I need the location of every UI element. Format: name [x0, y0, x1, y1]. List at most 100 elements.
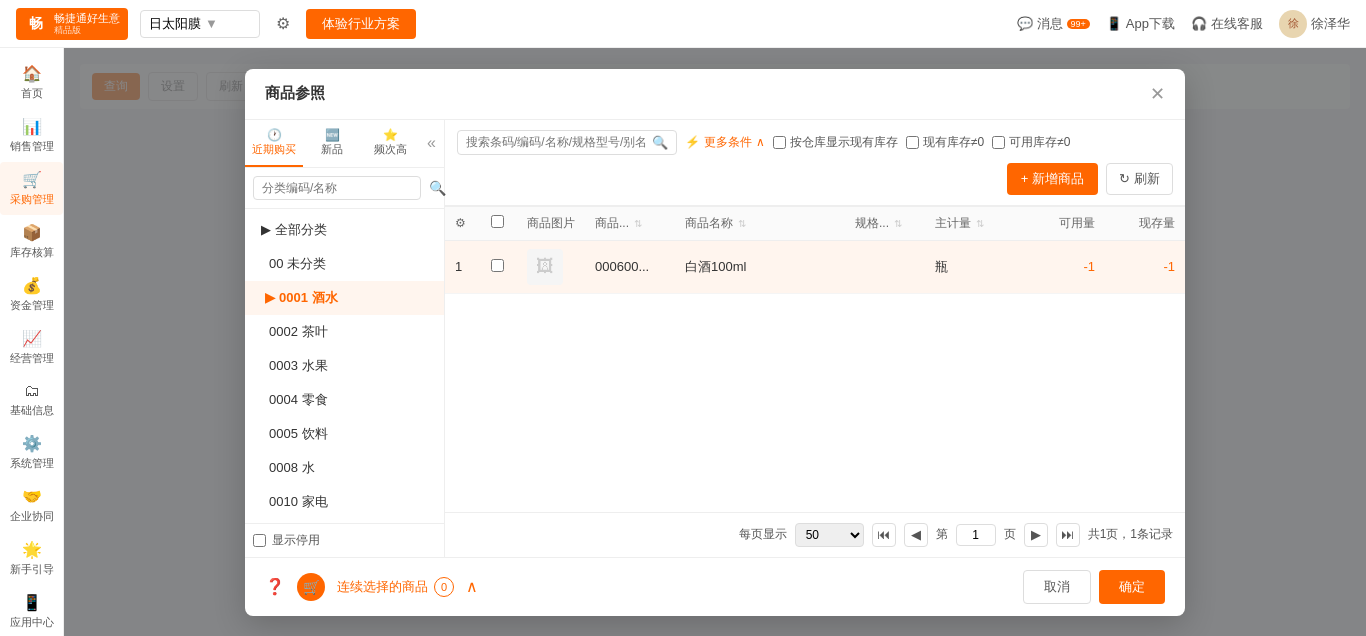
cat-beverage[interactable]: 0005 饮料	[245, 417, 444, 451]
filter-arrow-icon: ∧	[756, 135, 765, 149]
tab-recent-purchase[interactable]: 🕐 近期购买	[245, 120, 303, 167]
col-header-settings[interactable]: ⚙	[445, 206, 481, 240]
sidebar-item-guide[interactable]: 🌟 新手引导	[0, 532, 63, 585]
sidebar-item-basic-info[interactable]: 🗂 基础信息	[0, 374, 63, 426]
sidebar-item-collaboration[interactable]: 🤝 企业协同	[0, 479, 63, 532]
help-icon[interactable]: ❓	[265, 577, 285, 596]
cat-all[interactable]: ▶ 全部分类	[245, 213, 444, 247]
row-unit: 瓶	[925, 240, 1005, 293]
message-btn[interactable]: 💬 消息 99+	[1017, 15, 1090, 33]
row-name: 白酒100ml	[675, 240, 845, 293]
sidebar-item-purchase[interactable]: 🛒 采购管理	[0, 162, 63, 215]
sort-icon: ⇅	[634, 218, 642, 229]
collapse-panel-btn[interactable]: «	[419, 120, 444, 167]
avatar: 徐	[1279, 10, 1307, 38]
modal-header: 商品参照 ✕	[245, 69, 1185, 120]
modal-overlay: 商品参照 ✕ 🕐 近期购买 🆕	[64, 48, 1366, 636]
filter-current-stock[interactable]: 现有库存≠0	[906, 134, 984, 151]
col-header-code[interactable]: 商品... ⇅	[585, 206, 675, 240]
arrow-icon: ▶	[261, 222, 271, 237]
cat-appliance[interactable]: 0010 家电	[245, 485, 444, 519]
sort-icon: ⇅	[976, 218, 984, 229]
cat-liquor[interactable]: ▶ 0001 酒水	[245, 281, 444, 315]
sidebar-item-sales[interactable]: 📊 销售管理	[0, 109, 63, 162]
per-page-label: 每页显示	[739, 526, 787, 543]
sidebar-item-finance[interactable]: 💰 资金管理	[0, 268, 63, 321]
select-all-checkbox[interactable]	[491, 215, 504, 228]
add-product-btn[interactable]: + 新增商品	[1007, 163, 1098, 195]
continuous-select: 连续选择的商品 0	[337, 577, 454, 597]
show-disabled-label[interactable]: 显示停用	[272, 532, 320, 549]
refresh-btn[interactable]: ↻ 刷新	[1106, 163, 1173, 195]
row-checkbox-cell[interactable]	[481, 240, 517, 293]
cat-snack[interactable]: 0004 零食	[245, 383, 444, 417]
col-header-spec[interactable]: 规格... ⇅	[845, 206, 925, 240]
product-image: 🖼	[527, 249, 563, 285]
cancel-btn[interactable]: 取消	[1023, 570, 1091, 604]
cart-icon[interactable]: 🛒	[297, 573, 325, 601]
col-header-unit[interactable]: 主计量 ⇅	[925, 206, 1005, 240]
filter-icon: ⚡	[685, 135, 700, 149]
sidebar-item-apps[interactable]: 📱 应用中心	[0, 585, 63, 636]
last-page-btn[interactable]: ⏭	[1056, 523, 1080, 547]
filter-warehouse-stock[interactable]: 按仓库显示现有库存	[773, 134, 898, 151]
message-icon: 💬	[1017, 16, 1033, 31]
product-reference-modal: 商品参照 ✕ 🕐 近期购买 🆕	[245, 69, 1185, 616]
search-icon[interactable]: 🔍	[652, 135, 668, 150]
sales-icon: 📊	[22, 117, 42, 136]
tab-new-product[interactable]: 🆕 新品	[303, 120, 361, 167]
warehouse-stock-checkbox[interactable]	[773, 136, 786, 149]
sidebar-item-operations[interactable]: 📈 经营管理	[0, 321, 63, 374]
category-footer: 显示停用	[245, 523, 444, 557]
collapse-icon[interactable]: ∧	[466, 577, 478, 596]
brand-dropdown[interactable]: 日太阳膜 ▼	[140, 10, 260, 38]
settings-icon[interactable]: ⚙	[272, 10, 294, 37]
cat-fruit[interactable]: 0003 水果	[245, 349, 444, 383]
operations-icon: 📈	[22, 329, 42, 348]
cat-uncategorized[interactable]: 00 未分类	[245, 247, 444, 281]
sidebar-item-home[interactable]: 🏠 首页	[0, 56, 63, 109]
close-icon[interactable]: ✕	[1150, 83, 1165, 105]
current-stock-checkbox[interactable]	[906, 136, 919, 149]
more-filter-btn[interactable]: ⚡ 更多条件 ∧	[685, 134, 765, 151]
user-menu[interactable]: 徐 徐泽华	[1279, 10, 1350, 38]
col-header-check[interactable]	[481, 206, 517, 240]
product-search-input[interactable]	[466, 135, 648, 149]
message-badge: 99+	[1067, 19, 1090, 29]
cat-water[interactable]: 0008 水	[245, 451, 444, 485]
app-download-btn[interactable]: 📱 App下载	[1106, 15, 1175, 33]
star-icon: ⭐	[365, 128, 415, 142]
category-search-input[interactable]	[253, 176, 421, 200]
available-stock-checkbox[interactable]	[992, 136, 1005, 149]
tab-frequent[interactable]: ⭐ 频次高	[361, 120, 419, 167]
page-input[interactable]	[956, 524, 996, 546]
row-checkbox[interactable]	[491, 259, 504, 272]
category-list: ▶ 全部分类 00 未分类 ▶ 0001 酒水 0002 茶	[245, 209, 444, 523]
product-search-box: 🔍	[457, 130, 677, 155]
brand-name: 日太阳膜	[149, 15, 201, 33]
page-info: 共1页，1条记录	[1088, 526, 1173, 543]
industry-btn[interactable]: 体验行业方案	[306, 9, 416, 39]
category-tabs: 🕐 近期购买 🆕 新品 ⭐ 频次高 «	[245, 120, 444, 168]
next-page-btn[interactable]: ▶	[1024, 523, 1048, 547]
user-name: 徐泽华	[1311, 15, 1350, 33]
per-page-select[interactable]: 50 20 100	[795, 523, 864, 547]
collaboration-icon: 🤝	[22, 487, 42, 506]
modal-title: 商品参照	[265, 84, 325, 103]
new-icon: 🆕	[307, 128, 357, 142]
sidebar-item-system[interactable]: ⚙️ 系统管理	[0, 426, 63, 479]
first-page-btn[interactable]: ⏮	[872, 523, 896, 547]
show-disabled-checkbox[interactable]	[253, 534, 266, 547]
table-row[interactable]: 1 🖼 000600... 白酒100ml	[445, 240, 1185, 293]
sidebar-item-inventory[interactable]: 📦 库存核算	[0, 215, 63, 268]
continuous-label: 连续选择的商品	[337, 578, 428, 596]
apps-icon: 📱	[22, 593, 42, 612]
service-btn[interactable]: 🎧 在线客服	[1191, 15, 1263, 33]
prev-page-btn[interactable]: ◀	[904, 523, 928, 547]
filter-available-stock[interactable]: 可用库存≠0	[992, 134, 1070, 151]
col-header-name[interactable]: 商品名称 ⇅	[675, 206, 845, 240]
cat-tea[interactable]: 0002 茶叶	[245, 315, 444, 349]
headset-icon: 🎧	[1191, 16, 1207, 31]
filter-conditions: 按仓库显示现有库存 现有库存≠0 可用库存≠0	[773, 134, 1071, 151]
confirm-btn[interactable]: 确定	[1099, 570, 1165, 604]
